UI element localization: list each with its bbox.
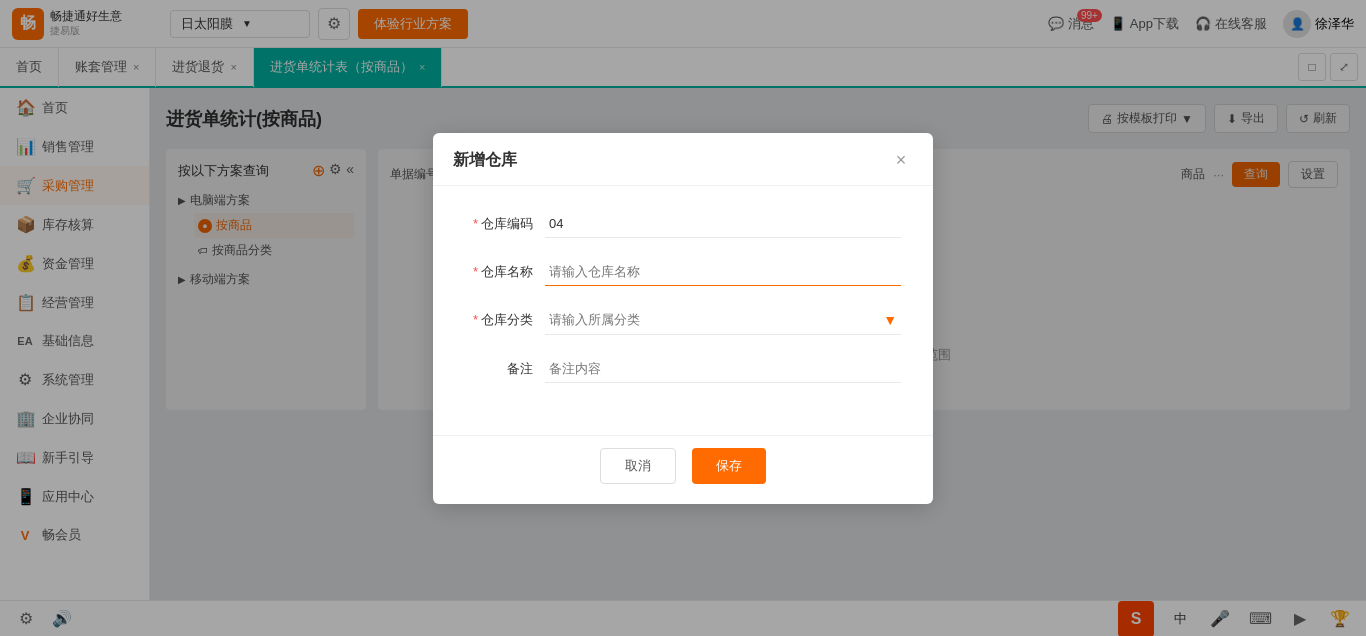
form-row-category: 仓库分类 ▼ (465, 306, 901, 335)
form-row-code: 仓库编码 (465, 210, 901, 238)
modal-overlay: 新增仓库 × 仓库编码 仓库名称 仓库分类 ▼ (0, 0, 1366, 636)
new-warehouse-modal: 新增仓库 × 仓库编码 仓库名称 仓库分类 ▼ (433, 133, 933, 504)
modal-title: 新增仓库 (453, 150, 517, 171)
category-label: 仓库分类 (465, 311, 545, 329)
code-input[interactable] (545, 210, 901, 238)
name-label: 仓库名称 (465, 263, 545, 281)
category-arrow-icon: ▼ (883, 312, 897, 328)
form-row-name: 仓库名称 (465, 258, 901, 286)
name-input[interactable] (545, 258, 901, 286)
code-label: 仓库编码 (465, 215, 545, 233)
category-select-wrap[interactable]: ▼ (545, 306, 901, 335)
modal-close-button[interactable]: × (889, 149, 913, 173)
category-input[interactable] (549, 312, 883, 327)
modal-body: 仓库编码 仓库名称 仓库分类 ▼ 备注 (433, 186, 933, 427)
modal-header: 新增仓库 × (433, 133, 933, 186)
save-button[interactable]: 保存 (692, 448, 766, 484)
modal-footer: 取消 保存 (433, 435, 933, 504)
form-row-note: 备注 (465, 355, 901, 383)
note-label: 备注 (465, 360, 545, 378)
note-input[interactable] (545, 355, 901, 383)
cancel-button[interactable]: 取消 (600, 448, 676, 484)
